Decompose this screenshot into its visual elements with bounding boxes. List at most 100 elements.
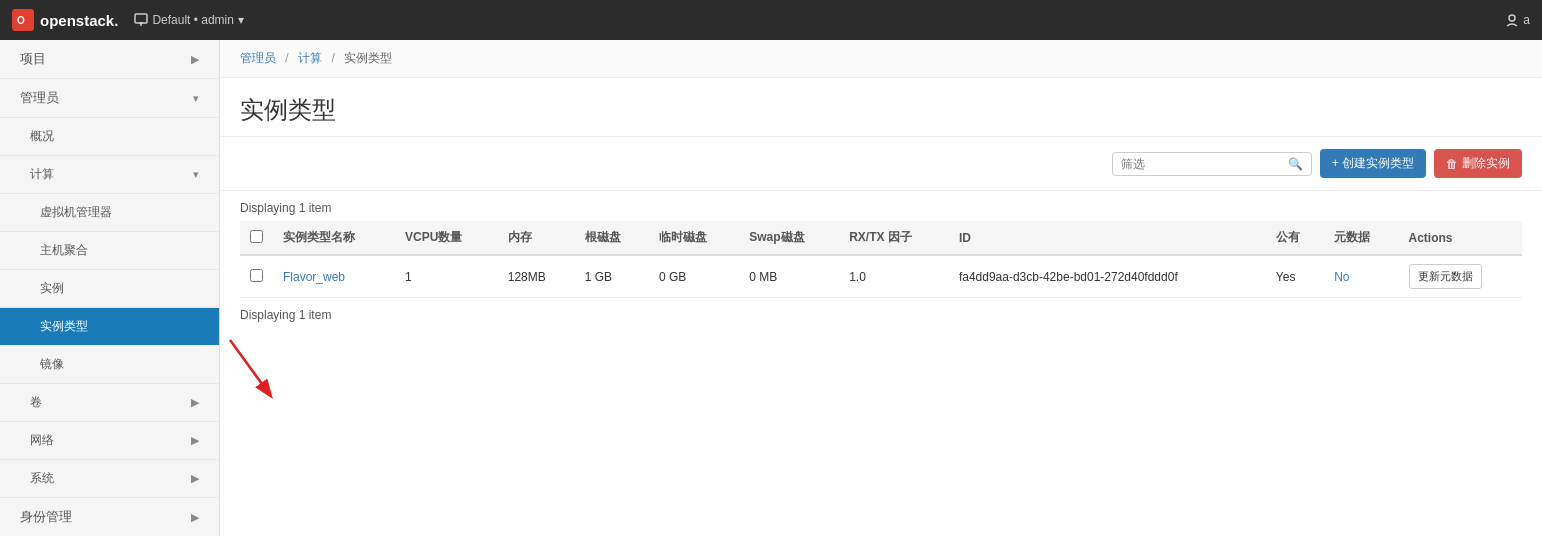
- table-row: Flavor_web 1 128MB 1 GB 0 GB 0 MB 1.0 fa…: [240, 255, 1522, 298]
- sidebar-item-volumes[interactable]: 卷 ▶: [0, 384, 219, 422]
- select-all-checkbox[interactable]: [250, 230, 263, 243]
- brand-logo-icon: O: [12, 9, 34, 31]
- row-flavor-name: Flavor_web: [273, 255, 395, 298]
- toolbar: 🔍 + 创建实例类型 🗑 删除实例: [220, 137, 1542, 191]
- row-memory: 128MB: [498, 255, 575, 298]
- sidebar-item-network[interactable]: 网络 ▶: [0, 422, 219, 460]
- th-temp-disk: 临时磁盘: [649, 221, 739, 255]
- breadcrumb-compute[interactable]: 计算: [298, 51, 322, 65]
- search-icon: 🔍: [1288, 157, 1303, 171]
- content-area: 管理员 / 计算 / 实例类型 实例类型 🔍 + 创建实例类型 🗑 删除实例 D…: [220, 40, 1542, 536]
- breadcrumb-current: 实例类型: [344, 51, 392, 65]
- search-box[interactable]: 🔍: [1112, 152, 1312, 176]
- flavor-name-link[interactable]: Flavor_web: [283, 270, 345, 284]
- sidebar-item-vm-manager[interactable]: 虚拟机管理器: [0, 194, 219, 232]
- breadcrumb-admin[interactable]: 管理员: [240, 51, 276, 65]
- th-rxtx: RX/TX 因子: [839, 221, 949, 255]
- delete-button-label: 删除实例: [1462, 155, 1510, 172]
- breadcrumb-sep-2: /: [331, 51, 334, 65]
- row-vcpu: 1: [395, 255, 498, 298]
- sidebar-item-system-label: 系统: [30, 470, 54, 487]
- search-input[interactable]: [1121, 157, 1288, 171]
- chevron-right-icon: ▶: [191, 396, 199, 409]
- sidebar-item-admin-label: 管理员: [20, 89, 59, 107]
- brand-name: openstack.: [40, 12, 118, 29]
- sidebar-item-network-label: 网络: [30, 432, 54, 449]
- chevron-down-icon: ▾: [193, 92, 199, 105]
- th-root-disk: 根磁盘: [575, 221, 649, 255]
- sidebar-item-images-label: 镜像: [40, 356, 64, 373]
- page-header: 实例类型: [220, 78, 1542, 137]
- sidebar-item-images[interactable]: 镜像: [0, 346, 219, 384]
- chevron-right-icon: ▶: [191, 434, 199, 447]
- row-id: fa4dd9aa-d3cb-42be-bd01-272d40fddd0f: [949, 255, 1266, 298]
- trash-icon: 🗑: [1446, 157, 1458, 171]
- create-flavor-button[interactable]: + 创建实例类型: [1320, 149, 1426, 178]
- table-body: Flavor_web 1 128MB 1 GB 0 GB 0 MB 1.0 fa…: [240, 255, 1522, 298]
- chevron-right-icon: ▶: [191, 472, 199, 485]
- item-count-top: Displaying 1 item: [240, 191, 1522, 221]
- sidebar-item-compute-label: 计算: [30, 166, 54, 183]
- main-layout: 项目 ▶ 管理员 ▾ 概况 计算 ▾ 虚拟机管理器 主机聚合 实例 实: [0, 40, 1542, 536]
- breadcrumb-sep-1: /: [285, 51, 288, 65]
- sidebar-item-compute[interactable]: 计算 ▾: [0, 156, 219, 194]
- row-root-disk: 1 GB: [575, 255, 649, 298]
- navbar-left: O openstack. Default • admin ▾: [12, 9, 244, 31]
- sidebar-item-overview-label: 概况: [30, 128, 54, 145]
- row-checkbox[interactable]: [250, 269, 263, 282]
- th-public: 公有: [1266, 221, 1324, 255]
- sidebar-item-identity-label: 身份管理: [20, 508, 72, 526]
- navbar-right[interactable]: a: [1505, 13, 1530, 27]
- row-rxtx: 1.0: [839, 255, 949, 298]
- navbar-menu-label: Default • admin: [152, 13, 234, 27]
- svg-text:O: O: [17, 15, 25, 26]
- chevron-right-icon: ▶: [191, 511, 199, 524]
- monitor-icon: [134, 13, 148, 27]
- row-public: Yes: [1266, 255, 1324, 298]
- sidebar-item-overview[interactable]: 概况: [0, 118, 219, 156]
- row-actions: 更新元数据: [1399, 255, 1523, 298]
- sidebar-item-instances[interactable]: 实例: [0, 270, 219, 308]
- svg-rect-2: [135, 14, 147, 23]
- sidebar-item-host-aggregate-label: 主机聚合: [40, 242, 88, 259]
- brand[interactable]: O openstack.: [12, 9, 118, 31]
- sidebar-item-instances-label: 实例: [40, 280, 64, 297]
- user-label: a: [1523, 13, 1530, 27]
- breadcrumb: 管理员 / 计算 / 实例类型: [220, 40, 1542, 78]
- th-memory: 内存: [498, 221, 575, 255]
- page-title: 实例类型: [240, 94, 1522, 126]
- row-checkbox-cell[interactable]: [240, 255, 273, 298]
- svg-point-5: [1509, 15, 1515, 21]
- row-metadata: No: [1324, 255, 1398, 298]
- metadata-link[interactable]: No: [1334, 270, 1349, 284]
- delete-flavor-button[interactable]: 🗑 删除实例: [1434, 149, 1522, 178]
- update-metadata-button[interactable]: 更新元数据: [1409, 264, 1482, 289]
- sidebar-item-volumes-label: 卷: [30, 394, 42, 411]
- user-icon: [1505, 13, 1519, 27]
- th-id: ID: [949, 221, 1266, 255]
- sidebar-item-project-label: 项目: [20, 50, 46, 68]
- chevron-down-icon: ▾: [238, 13, 244, 27]
- row-swap-disk: 0 MB: [739, 255, 839, 298]
- sidebar-item-flavors[interactable]: 实例类型: [0, 308, 219, 346]
- flavors-table: 实例类型名称 VCPU数量 内存 根磁盘 临时磁盘 Swap磁盘 RX/TX 因…: [240, 221, 1522, 298]
- sidebar: 项目 ▶ 管理员 ▾ 概况 计算 ▾ 虚拟机管理器 主机聚合 实例 实: [0, 40, 220, 536]
- th-actions: Actions: [1399, 221, 1523, 255]
- chevron-right-icon: ▶: [191, 53, 199, 66]
- top-navbar: O openstack. Default • admin ▾ a: [0, 0, 1542, 40]
- table-header: 实例类型名称 VCPU数量 内存 根磁盘 临时磁盘 Swap磁盘 RX/TX 因…: [240, 221, 1522, 255]
- th-swap-disk: Swap磁盘: [739, 221, 839, 255]
- navbar-menu-toggle[interactable]: Default • admin ▾: [134, 13, 244, 27]
- th-checkbox[interactable]: [240, 221, 273, 255]
- sidebar-item-admin[interactable]: 管理员 ▾: [0, 79, 219, 118]
- sidebar-item-project[interactable]: 项目 ▶: [0, 40, 219, 79]
- th-vcpu: VCPU数量: [395, 221, 498, 255]
- sidebar-item-identity[interactable]: 身份管理 ▶: [0, 498, 219, 536]
- row-temp-disk: 0 GB: [649, 255, 739, 298]
- sidebar-item-flavors-label: 实例类型: [40, 318, 88, 335]
- table-container: Displaying 1 item 实例类型名称 VCPU数量 内存 根磁盘 临…: [220, 191, 1542, 328]
- sidebar-item-host-aggregate[interactable]: 主机聚合: [0, 232, 219, 270]
- item-count-bottom: Displaying 1 item: [240, 298, 1522, 328]
- th-metadata: 元数据: [1324, 221, 1398, 255]
- sidebar-item-system[interactable]: 系统 ▶: [0, 460, 219, 498]
